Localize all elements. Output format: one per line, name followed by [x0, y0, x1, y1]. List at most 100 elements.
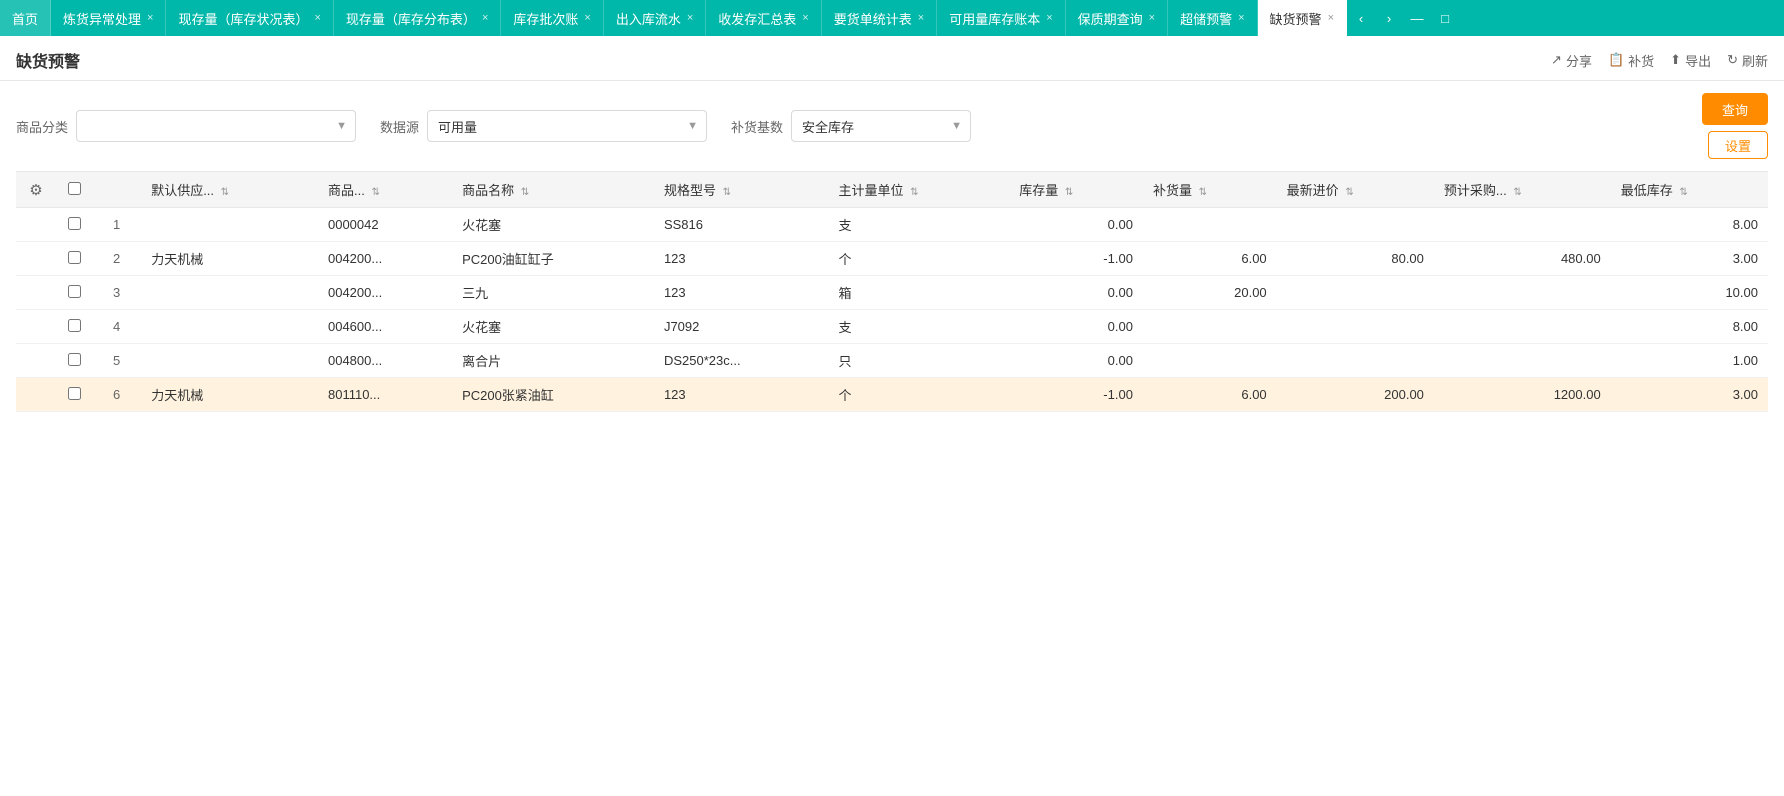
tab-home-label: 首页 — [12, 9, 38, 28]
category-select[interactable]: ▼ — [76, 110, 356, 142]
replenish-icon: 📋 — [1608, 52, 1624, 68]
row-unit: 箱 — [828, 276, 1009, 310]
table-row: 4 004600... 火花塞 J7092 支 0.00 8.00 — [16, 310, 1768, 344]
category-filter-group: 商品分类 ▼ — [16, 110, 356, 142]
tab-minimize-btn[interactable]: — — [1403, 0, 1431, 36]
main-content: 缺货预警 ↗ 分享 📋 补货 ⬆ 导出 ↻ 刷新 商品分类 — [0, 36, 1784, 796]
tab-maximize-btn[interactable]: □ — [1431, 0, 1459, 36]
row-product-name: 火花塞 — [452, 208, 654, 242]
share-button[interactable]: ↗ 分享 — [1551, 51, 1592, 70]
settings-button[interactable]: 设置 — [1708, 131, 1768, 159]
row-default-supplier: 力天机械 — [141, 378, 318, 412]
tab-inventory-status[interactable]: 现存量（库存状况表） × — [166, 0, 333, 36]
tab-avail-close[interactable]: × — [1046, 12, 1052, 24]
row-product-name: PC200油缸缸子 — [452, 242, 654, 276]
datasource-filter-group: 数据源 可用量 ▼ — [380, 110, 707, 142]
select-all-checkbox[interactable] — [68, 182, 81, 195]
tab-next-icon: › — [1387, 11, 1391, 26]
row-number: 5 — [92, 344, 141, 378]
row-product-name: 离合片 — [452, 344, 654, 378]
row-replenish — [1143, 344, 1277, 378]
th-min-stock[interactable]: 最低库存 ⇅ — [1611, 172, 1768, 208]
row-checkbox[interactable] — [68, 319, 81, 332]
tab-recv-close[interactable]: × — [802, 12, 808, 24]
settings-gear-icon[interactable]: ⚙ — [29, 182, 42, 199]
tab-boil-exception[interactable]: 炼货异常处理 × — [51, 0, 166, 36]
share-icon: ↗ — [1551, 52, 1562, 68]
th-unit[interactable]: 主计量单位 ⇅ — [828, 172, 1009, 208]
th-default-supplier-label: 默认供应... — [151, 183, 214, 198]
tab-expiry-query[interactable]: 保质期查询 × — [1066, 0, 1168, 36]
tab-expiry-close[interactable]: × — [1149, 12, 1155, 24]
row-checkbox[interactable] — [68, 285, 81, 298]
row-checkbox-cell[interactable] — [56, 276, 92, 310]
th-default-supplier[interactable]: 默认供应... ⇅ — [141, 172, 318, 208]
tab-next-btn[interactable]: › — [1375, 0, 1403, 36]
row-checkbox-cell[interactable] — [56, 310, 92, 344]
th-checkbox[interactable] — [56, 172, 92, 208]
row-replenish — [1143, 208, 1277, 242]
row-default-supplier — [141, 276, 318, 310]
th-min-stock-label: 最低库存 — [1621, 183, 1673, 198]
th-settings[interactable]: ⚙ — [16, 172, 56, 208]
row-settings-cell — [16, 344, 56, 378]
tab-prev-btn[interactable]: ‹ — [1347, 0, 1375, 36]
row-settings-cell — [16, 378, 56, 412]
row-checkbox-cell[interactable] — [56, 242, 92, 276]
replenish-base-select[interactable]: 安全库存 ▼ — [791, 110, 971, 142]
tab-order-close[interactable]: × — [918, 12, 924, 24]
th-stock[interactable]: 库存量 ⇅ — [1009, 172, 1143, 208]
tab-boil-close[interactable]: × — [147, 12, 153, 24]
row-number: 3 — [92, 276, 141, 310]
row-latest-price — [1277, 310, 1434, 344]
th-product-code[interactable]: 商品... ⇅ — [318, 172, 452, 208]
th-product-name[interactable]: 商品名称 ⇅ — [452, 172, 654, 208]
table-row: 6 力天机械 801110... PC200张紧油缸 123 个 -1.00 6… — [16, 378, 1768, 412]
row-settings-cell — [16, 310, 56, 344]
category-label: 商品分类 — [16, 117, 68, 136]
tab-overstock[interactable]: 超储预警 × — [1168, 0, 1257, 36]
row-product-code: 004800... — [318, 344, 452, 378]
row-settings-cell — [16, 208, 56, 242]
tab-shortage-close[interactable]: × — [1328, 12, 1334, 24]
tab-order-stat[interactable]: 要货单统计表 × — [822, 0, 937, 36]
tab-recv-summary[interactable]: 收发存汇总表 × — [706, 0, 821, 36]
tab-batch-close[interactable]: × — [584, 12, 590, 24]
row-checkbox-cell[interactable] — [56, 378, 92, 412]
th-replenish[interactable]: 补货量 ⇅ — [1143, 172, 1277, 208]
row-checkbox[interactable] — [68, 217, 81, 230]
tab-bar: 首页 炼货异常处理 × 现存量（库存状况表） × 现存量（库存分布表） × 库存… — [0, 0, 1784, 36]
row-checkbox-cell[interactable] — [56, 208, 92, 242]
tab-home[interactable]: 首页 — [0, 0, 51, 36]
replenish-label: 补货 — [1628, 51, 1654, 70]
tab-inv-dist-close[interactable]: × — [482, 12, 488, 24]
data-table: ⚙ 默认供应... ⇅ 商品... ⇅ 商品名称 — [16, 171, 1768, 412]
th-spec[interactable]: 规格型号 ⇅ — [654, 172, 829, 208]
tab-avail-ledger[interactable]: 可用量库存账本 × — [937, 0, 1065, 36]
export-button[interactable]: ⬆ 导出 — [1670, 51, 1711, 70]
row-est-purchase: 1200.00 — [1434, 378, 1611, 412]
replenish-button[interactable]: 📋 补货 — [1608, 51, 1654, 70]
tab-overstock-close[interactable]: × — [1238, 12, 1244, 24]
tab-inout-close[interactable]: × — [687, 12, 693, 24]
tab-shortage[interactable]: 缺货预警 × — [1258, 0, 1347, 36]
tab-avail-label: 可用量库存账本 — [949, 9, 1040, 28]
row-latest-price: 200.00 — [1277, 378, 1434, 412]
row-stock: 0.00 — [1009, 276, 1143, 310]
query-button[interactable]: 查询 — [1702, 93, 1768, 125]
refresh-button[interactable]: ↻ 刷新 — [1727, 51, 1768, 70]
tab-inout-flow[interactable]: 出入库流水 × — [604, 0, 706, 36]
tab-prev-icon: ‹ — [1359, 11, 1363, 26]
row-checkbox[interactable] — [68, 251, 81, 264]
row-replenish: 6.00 — [1143, 378, 1277, 412]
row-checkbox[interactable] — [68, 353, 81, 366]
tab-batch-account[interactable]: 库存批次账 × — [501, 0, 603, 36]
tab-inventory-dist[interactable]: 现存量（库存分布表） × — [334, 0, 501, 36]
refresh-icon: ↻ — [1727, 52, 1738, 68]
row-checkbox-cell[interactable] — [56, 344, 92, 378]
tab-inv-status-close[interactable]: × — [314, 12, 320, 24]
th-latest-price[interactable]: 最新进价 ⇅ — [1277, 172, 1434, 208]
datasource-select[interactable]: 可用量 ▼ — [427, 110, 707, 142]
row-checkbox[interactable] — [68, 387, 81, 400]
th-est-purchase[interactable]: 预计采购... ⇅ — [1434, 172, 1611, 208]
